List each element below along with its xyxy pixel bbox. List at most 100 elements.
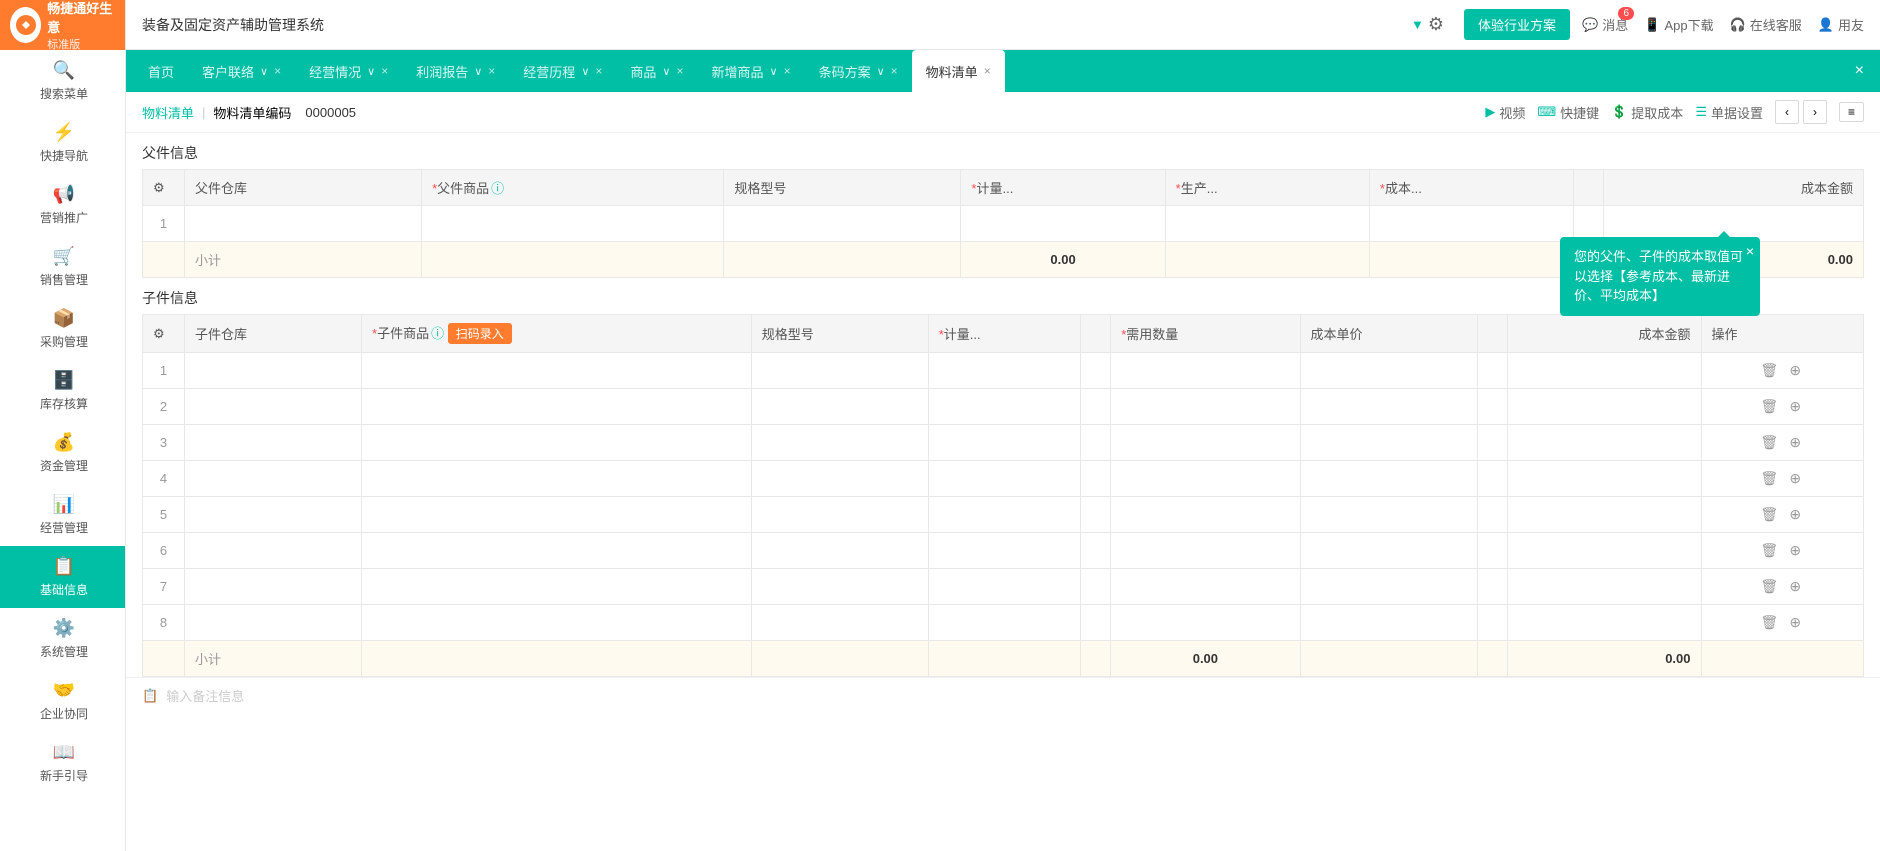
tab-barcode[interactable]: 条码方案 ∨ × <box>805 50 912 92</box>
copy-icon[interactable]: ⊕ <box>1785 433 1805 453</box>
delete-icon[interactable]: 🗑 <box>1759 541 1779 561</box>
child-needed-cell[interactable] <box>1111 605 1300 641</box>
delete-icon[interactable]: 🗑 <box>1759 505 1779 525</box>
child-warehouse-cell[interactable] <box>185 569 362 605</box>
tab-customers-close[interactable]: × <box>274 64 281 78</box>
child-unit-price-cell[interactable] <box>1300 533 1477 569</box>
child-needed-cell[interactable] <box>1111 497 1300 533</box>
delete-icon[interactable]: 🗑 <box>1759 397 1779 417</box>
sidebar-item-enterprise[interactable]: 🤝 企业协同 <box>0 670 125 732</box>
child-spec-cell[interactable] <box>751 389 928 425</box>
scan-button[interactable]: 扫码录入 <box>448 323 512 344</box>
tab-barcode-close[interactable]: × <box>891 64 898 78</box>
child-th-settings[interactable]: ⚙ <box>143 315 185 353</box>
child-warehouse-cell[interactable] <box>185 389 362 425</box>
tab-goods-close[interactable]: × <box>676 64 683 78</box>
cost-action[interactable]: 💲 提取成本 <box>1611 103 1683 122</box>
tab-addgoods[interactable]: 新增商品 ∨ × <box>697 50 804 92</box>
child-warehouse-cell[interactable] <box>185 533 362 569</box>
delete-icon[interactable]: 🗑 <box>1759 433 1779 453</box>
child-needed-cell[interactable] <box>1111 353 1300 389</box>
parent-production-cell[interactable] <box>1165 206 1369 242</box>
parent-cost-cell[interactable] <box>1369 206 1573 242</box>
child-unit-cell[interactable] <box>928 389 1081 425</box>
child-product-cell[interactable] <box>362 605 752 641</box>
child-spec-cell[interactable] <box>751 353 928 389</box>
view-action[interactable]: ▶ 视频 <box>1485 103 1525 122</box>
child-spec-cell[interactable] <box>751 569 928 605</box>
list-view-button[interactable]: ≡ <box>1839 102 1864 122</box>
child-needed-cell[interactable] <box>1111 461 1300 497</box>
parent-product-cell[interactable] <box>422 206 724 242</box>
copy-icon[interactable]: ⊕ <box>1785 469 1805 489</box>
tab-bom-close[interactable]: × <box>984 64 991 78</box>
child-product-cell[interactable] <box>362 461 752 497</box>
child-needed-cell[interactable] <box>1111 389 1300 425</box>
child-unit-price-cell[interactable] <box>1300 497 1477 533</box>
delete-icon[interactable]: 🗑 <box>1759 577 1779 597</box>
sidebar-item-operations[interactable]: 📊 经营管理 <box>0 484 125 546</box>
tab-operations-close[interactable]: × <box>381 64 388 78</box>
copy-icon[interactable]: ⊕ <box>1785 577 1805 597</box>
parent-th-settings[interactable]: ⚙ <box>143 170 185 206</box>
child-unit-price-cell[interactable] <box>1300 569 1477 605</box>
sidebar-item-marketing[interactable]: 📢 营销推广 <box>0 174 125 236</box>
child-product-cell[interactable] <box>362 497 752 533</box>
delete-icon[interactable]: 🗑 <box>1759 613 1779 633</box>
tab-home[interactable]: 首页 <box>134 50 188 92</box>
tab-bom[interactable]: 物料清单 × <box>912 50 1005 92</box>
breadcrumb-list[interactable]: 物料清单 <box>142 103 194 122</box>
sidebar-item-guide[interactable]: 📖 新手引导 <box>0 732 125 794</box>
child-spec-cell[interactable] <box>751 425 928 461</box>
child-unit-price-cell[interactable] <box>1300 605 1477 641</box>
child-unit-cell[interactable] <box>928 425 1081 461</box>
child-unit-cell[interactable] <box>928 533 1081 569</box>
settings-action[interactable]: ☰ 单据设置 <box>1695 103 1763 122</box>
child-spec-cell[interactable] <box>751 497 928 533</box>
tab-customers[interactable]: 客户联络 ∨ × <box>188 50 295 92</box>
child-product-cell[interactable] <box>362 353 752 389</box>
tab-operations[interactable]: 经营情况 ∨ × <box>295 50 402 92</box>
child-product-cell[interactable] <box>362 569 752 605</box>
tab-history[interactable]: 经营历程 ∨ × <box>509 50 616 92</box>
app-download-action[interactable]: 📱 App下载 <box>1644 15 1713 34</box>
child-spec-cell[interactable] <box>751 461 928 497</box>
parent-unit-cell[interactable] <box>961 206 1165 242</box>
tab-goods[interactable]: 商品 ∨ × <box>616 50 697 92</box>
tab-profit-close[interactable]: × <box>488 64 495 78</box>
tooltip-close-button[interactable]: × <box>1746 241 1754 262</box>
copy-icon[interactable]: ⊕ <box>1785 397 1805 417</box>
copy-icon[interactable]: ⊕ <box>1785 505 1805 525</box>
sidebar-item-basicinfo[interactable]: 📋 基础信息 <box>0 546 125 608</box>
parent-spec-cell[interactable] <box>724 206 961 242</box>
shortcut-action[interactable]: ⌨ 快捷键 <box>1537 103 1599 122</box>
tab-addgoods-close[interactable]: × <box>784 64 791 78</box>
child-unit-cell[interactable] <box>928 497 1081 533</box>
copy-icon[interactable]: ⊕ <box>1785 361 1805 381</box>
child-unit-price-cell[interactable] <box>1300 461 1477 497</box>
parent-warehouse-cell[interactable] <box>185 206 422 242</box>
dropdown-arrow[interactable]: ▼ <box>1411 17 1424 32</box>
child-spec-cell[interactable] <box>751 605 928 641</box>
delete-icon[interactable]: 🗑 <box>1759 469 1779 489</box>
user-action[interactable]: 👤 用友 <box>1818 15 1864 34</box>
prev-button[interactable]: ‹ <box>1775 100 1799 124</box>
child-warehouse-cell[interactable] <box>185 605 362 641</box>
sidebar-item-search[interactable]: 🔍 搜索菜单 <box>0 50 125 112</box>
settings-gear-icon[interactable]: ⚙ <box>1428 14 1444 35</box>
sidebar-item-system[interactable]: ⚙️ 系统管理 <box>0 608 125 670</box>
child-spec-cell[interactable] <box>751 533 928 569</box>
child-product-cell[interactable] <box>362 389 752 425</box>
message-action[interactable]: 💬 消息 6 <box>1582 15 1628 34</box>
child-unit-price-cell[interactable] <box>1300 389 1477 425</box>
child-product-cell[interactable] <box>362 533 752 569</box>
sidebar-item-sales[interactable]: 🛒 销售管理 <box>0 236 125 298</box>
child-unit-price-cell[interactable] <box>1300 425 1477 461</box>
tab-profit[interactable]: 利润报告 ∨ × <box>402 50 509 92</box>
note-hint[interactable]: 输入备注信息 <box>166 686 244 705</box>
child-unit-cell[interactable] <box>928 569 1081 605</box>
sidebar-item-finance[interactable]: 💰 资金管理 <box>0 422 125 484</box>
child-warehouse-cell[interactable] <box>185 425 362 461</box>
copy-icon[interactable]: ⊕ <box>1785 541 1805 561</box>
child-unit-cell[interactable] <box>928 353 1081 389</box>
